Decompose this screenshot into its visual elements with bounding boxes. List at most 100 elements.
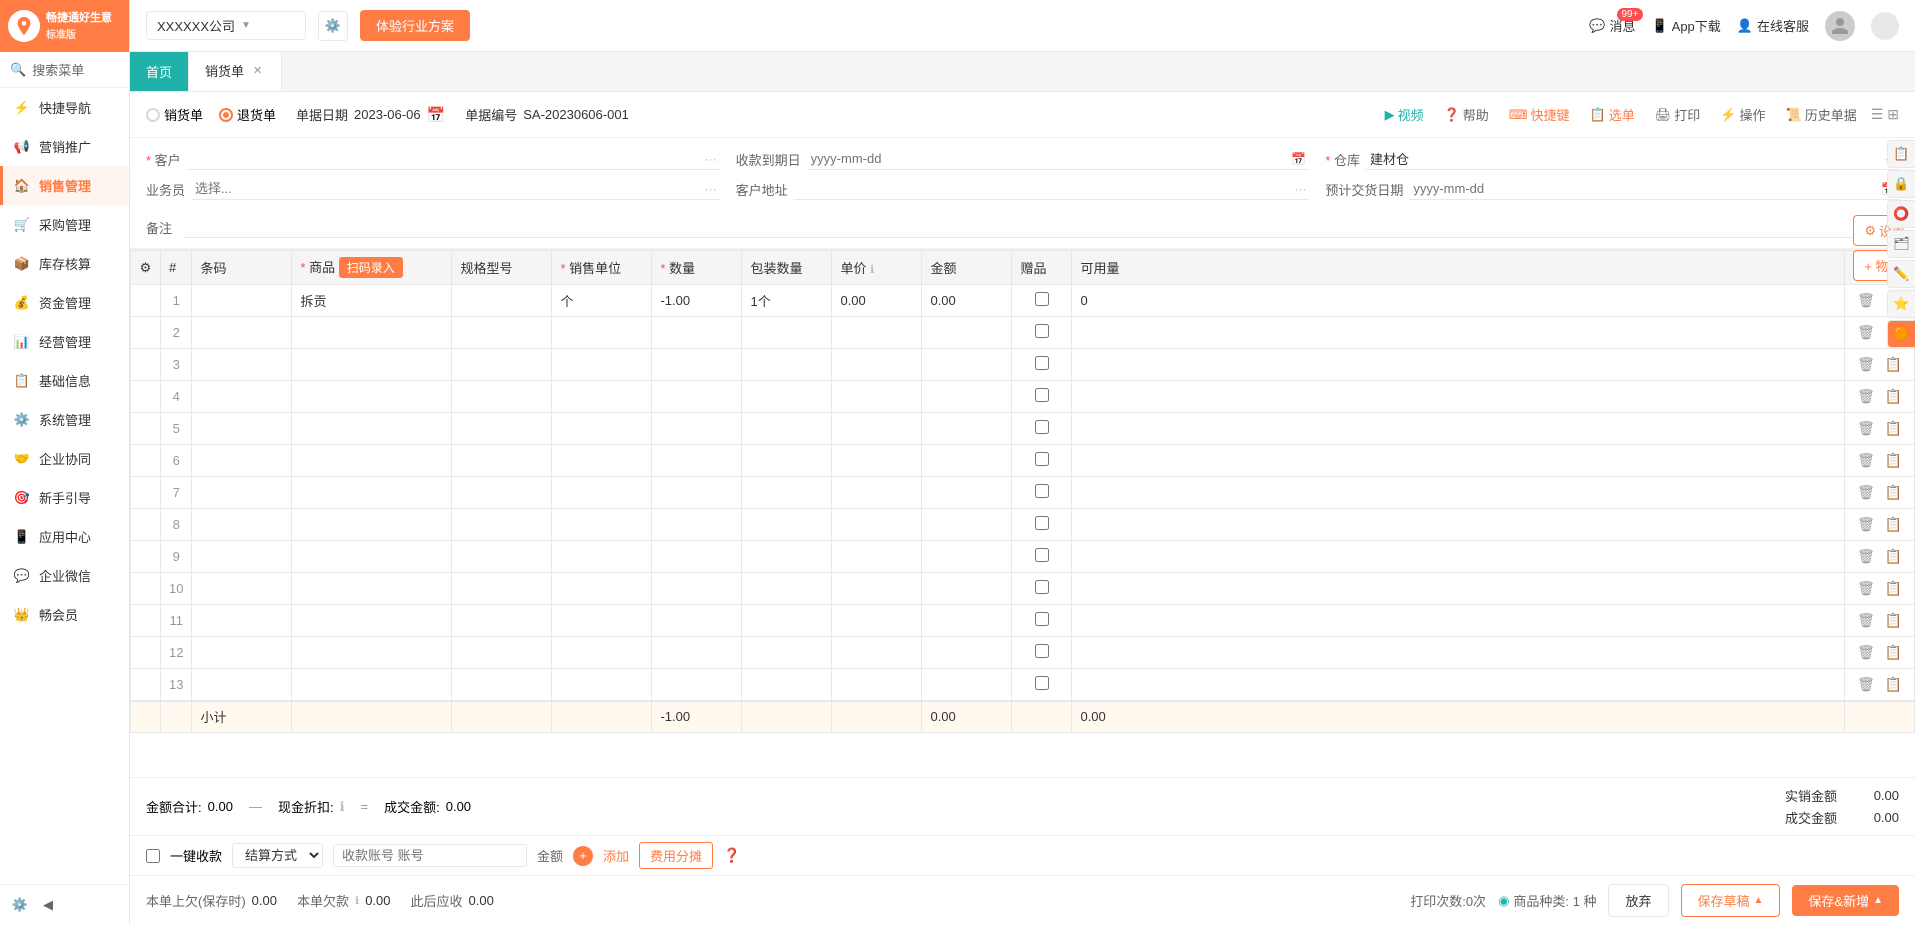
cell-barcode[interactable]: [192, 317, 292, 349]
save-new-button[interactable]: 保存&新增 ▲: [1792, 885, 1899, 916]
cell-product[interactable]: [292, 477, 452, 509]
cell-amount[interactable]: [922, 445, 1012, 477]
cell-pkg-qty[interactable]: [742, 541, 832, 573]
cell-amount[interactable]: [922, 509, 1012, 541]
cell-spec[interactable]: [452, 349, 552, 381]
sidebar-item-ops-mgmt[interactable]: 📊 经营管理: [0, 322, 129, 361]
cell-spec[interactable]: [452, 317, 552, 349]
cell-barcode[interactable]: [192, 285, 292, 317]
collapse-icon[interactable]: ◀: [38, 895, 58, 915]
cell-qty[interactable]: [652, 541, 742, 573]
cell-qty[interactable]: [652, 637, 742, 669]
cell-barcode[interactable]: [192, 637, 292, 669]
cell-barcode[interactable]: [192, 477, 292, 509]
tab-home[interactable]: 首页: [130, 52, 189, 91]
cell-spec[interactable]: [452, 509, 552, 541]
cell-pkg-qty[interactable]: [742, 349, 832, 381]
save-draft-button[interactable]: 保存草稿 ▲: [1681, 884, 1781, 917]
cell-pkg-qty[interactable]: [742, 445, 832, 477]
sidebar-item-newbie[interactable]: 🎯 新手引导: [0, 478, 129, 517]
cell-product[interactable]: [292, 381, 452, 413]
cell-product[interactable]: [292, 541, 452, 573]
salesperson-dots-icon[interactable]: ···: [702, 182, 720, 196]
right-toolbar-btn-3[interactable]: ⭕: [1887, 200, 1915, 228]
delete-icon[interactable]: 🗑: [1854, 516, 1878, 532]
sidebar-search[interactable]: 🔍 搜索菜单: [0, 52, 129, 88]
tab-sales[interactable]: 销货单 ✕: [189, 52, 282, 91]
cell-spec[interactable]: [452, 445, 552, 477]
cell-qty[interactable]: [652, 477, 742, 509]
message-button[interactable]: 💬 消息 99+: [1589, 16, 1635, 35]
cell-amount[interactable]: 0.00: [922, 285, 1012, 317]
copy-icon[interactable]: 📋: [1881, 644, 1904, 660]
sidebar-item-basic-info[interactable]: 📋 基础信息: [0, 361, 129, 400]
gift-checkbox[interactable]: [1035, 484, 1049, 498]
cell-qty[interactable]: [652, 573, 742, 605]
cell-pkg-qty[interactable]: [742, 669, 832, 701]
cell-unit-price[interactable]: [832, 349, 922, 381]
user-avatar[interactable]: [1825, 11, 1855, 41]
expected-date-input[interactable]: [1409, 178, 1878, 199]
print-btn[interactable]: 🖨 打印: [1649, 102, 1707, 127]
trial-button[interactable]: 体验行业方案: [360, 10, 470, 41]
cell-unit-price[interactable]: [832, 541, 922, 573]
grid-view-icon[interactable]: ⊞: [1887, 106, 1899, 123]
copy-icon[interactable]: 📋: [1881, 676, 1904, 692]
delete-icon[interactable]: 🗑: [1854, 292, 1878, 308]
delete-icon[interactable]: 🗑: [1854, 388, 1878, 404]
cell-unit-price[interactable]: [832, 669, 922, 701]
shortcut-btn[interactable]: ⌨ 快捷键: [1503, 102, 1576, 127]
delete-icon[interactable]: 🗑: [1854, 452, 1878, 468]
cell-pkg-qty[interactable]: [742, 477, 832, 509]
cell-unit[interactable]: [552, 413, 652, 445]
sidebar-item-sales-mgmt[interactable]: 🏠 销售管理: [0, 166, 129, 205]
gift-checkbox[interactable]: [1035, 452, 1049, 466]
cell-unit[interactable]: [552, 317, 652, 349]
delete-icon[interactable]: 🗑: [1854, 420, 1878, 436]
sidebar-item-membership[interactable]: 👑 畅会员: [0, 595, 129, 634]
warehouse-input[interactable]: [1366, 148, 1881, 169]
cell-unit[interactable]: [552, 637, 652, 669]
online-service-button[interactable]: 👤 在线客服: [1737, 16, 1809, 35]
cell-amount[interactable]: [922, 413, 1012, 445]
cell-gift[interactable]: [1012, 413, 1072, 445]
cell-qty[interactable]: [652, 445, 742, 477]
copy-icon[interactable]: 📋: [1881, 612, 1904, 628]
cell-unit-price[interactable]: [832, 573, 922, 605]
cell-pkg-qty[interactable]: 1个: [742, 285, 832, 317]
cell-pkg-qty[interactable]: [742, 413, 832, 445]
copy-icon[interactable]: 📋: [1881, 516, 1904, 532]
cell-product[interactable]: [292, 605, 452, 637]
category-button[interactable]: ◉ 商品种类: 1 种: [1498, 891, 1596, 910]
notes-input[interactable]: [184, 216, 1899, 238]
cell-gift[interactable]: [1012, 381, 1072, 413]
add-payment-button[interactable]: +: [573, 846, 593, 866]
cell-amount[interactable]: [922, 605, 1012, 637]
cell-spec[interactable]: [452, 541, 552, 573]
gift-checkbox[interactable]: [1035, 644, 1049, 658]
cell-qty[interactable]: [652, 317, 742, 349]
cell-product[interactable]: [292, 573, 452, 605]
cell-gift[interactable]: [1012, 317, 1072, 349]
cell-product[interactable]: [292, 349, 452, 381]
cell-barcode[interactable]: [192, 349, 292, 381]
cell-amount[interactable]: [922, 317, 1012, 349]
cell-unit[interactable]: 个: [552, 285, 652, 317]
cell-qty[interactable]: [652, 509, 742, 541]
sidebar-item-app-center[interactable]: 📱 应用中心: [0, 517, 129, 556]
gift-checkbox[interactable]: [1035, 420, 1049, 434]
right-toolbar-btn-7[interactable]: 🟠: [1887, 320, 1915, 348]
cell-gift[interactable]: [1012, 349, 1072, 381]
cell-gift[interactable]: [1012, 573, 1072, 605]
cell-barcode[interactable]: [192, 669, 292, 701]
cell-qty[interactable]: [652, 605, 742, 637]
customer-input[interactable]: [187, 148, 702, 169]
right-toolbar-btn-2[interactable]: 🔒: [1887, 170, 1915, 198]
cell-product[interactable]: [292, 445, 452, 477]
cell-gift[interactable]: [1012, 285, 1072, 317]
cell-unit-price[interactable]: [832, 381, 922, 413]
cell-spec[interactable]: [452, 381, 552, 413]
select-btn[interactable]: 📋 选单: [1584, 102, 1641, 127]
sidebar-item-marketing[interactable]: 📢 营销推广: [0, 127, 129, 166]
cell-amount[interactable]: [922, 477, 1012, 509]
